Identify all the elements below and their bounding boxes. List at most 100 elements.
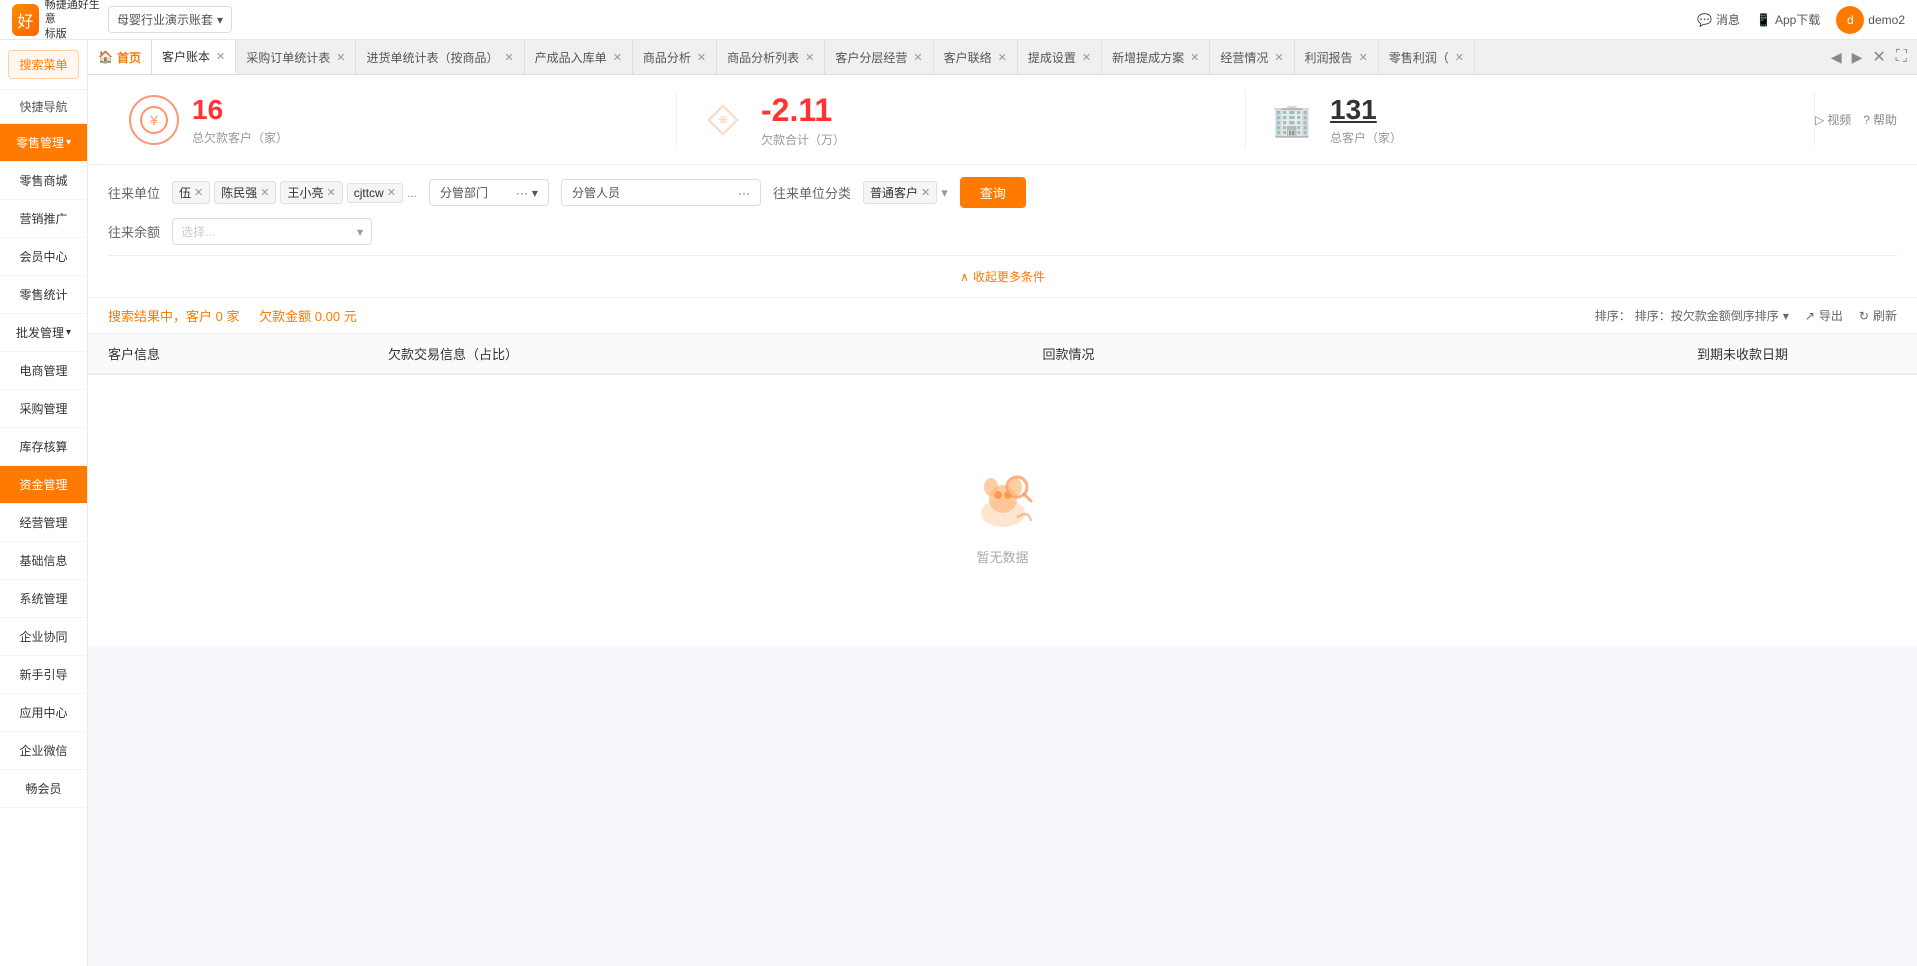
sidebar-item-member[interactable]: 畅会员 [0,770,87,808]
tab-close-icon[interactable]: ✕ [697,51,706,64]
sidebar-item-purchase[interactable]: 采购管理 [0,390,87,428]
logo-icon: 好 [12,4,39,36]
tab-close-icon[interactable]: ✕ [805,51,814,64]
search-menu-button[interactable]: 搜索菜单 [8,50,79,79]
sidebar-item-member-center[interactable]: 会员中心 [0,238,87,276]
tab-close-icon[interactable]: ✕ [998,51,1007,64]
logo-text: 畅捷通好生意 标版 [45,0,100,41]
tab-commission-settings[interactable]: 提成设置 ✕ [1018,40,1102,74]
tab-close-icon[interactable]: ✕ [1455,51,1464,64]
tab-operations[interactable]: 经营情况 ✕ [1210,40,1294,74]
category-chevron[interactable]: ▾ [941,185,948,201]
top-bar: 好 畅捷通好生意 标版 母婴行业演示账套 ▾ 💬 消息 📱 App下载 d de… [0,0,1917,40]
sidebar-item-enterprise[interactable]: 企业协同 [0,618,87,656]
svg-text:❋: ❋ [718,113,728,127]
app-selector[interactable]: 母婴行业演示账套 ▾ [108,6,232,33]
tab-close-icon[interactable]: ✕ [216,50,225,63]
sidebar-item-app-center[interactable]: 应用中心 [0,694,87,732]
sidebar-item-retail-management[interactable]: 零售管理 ▾ [0,124,87,162]
user-profile[interactable]: d demo2 [1836,6,1905,34]
filter-tag-close-3[interactable]: ✕ [387,186,396,199]
tab-close-icon[interactable]: ✕ [336,51,345,64]
video-button[interactable]: ▷ 视频 [1815,111,1851,128]
sidebar-item-guide[interactable]: 新手引导 [0,656,87,694]
filter-tag-close-0[interactable]: ✕ [194,186,203,199]
sidebar-item-finance[interactable]: 资金管理 [0,466,87,504]
sidebar-item-operations[interactable]: 经营管理 [0,504,87,542]
filter-tag-2: 王小亮 ✕ [280,181,342,204]
sidebar-item-system[interactable]: 系统管理 [0,580,87,618]
sidebar-item-inventory[interactable]: 库存核算 [0,428,87,466]
tab-close-icon[interactable]: ✕ [1082,51,1091,64]
tab-profit-report[interactable]: 利润报告 ✕ [1295,40,1379,74]
empty-state: 暂无数据 [88,375,1917,646]
empty-text: 暂无数据 [976,547,1028,566]
category-tag-close[interactable]: ✕ [921,186,930,199]
tab-customer-contact[interactable]: 客户联络 ✕ [934,40,1018,74]
export-button[interactable]: ↗ 导出 [1805,307,1843,324]
debt-customers-value: 16 [192,93,288,127]
export-icon: ↗ [1805,309,1815,323]
balance-filter-label: 往来余额 [108,222,160,241]
unit-filter-label: 往来单位 [108,183,160,202]
tab-new-commission[interactable]: 新增提成方案 ✕ [1102,40,1210,74]
division-select[interactable]: 分管部门 ··· ▾ [429,179,549,206]
messages-button[interactable]: 💬 消息 [1697,11,1740,28]
collapse-button[interactable]: ∧ 收起更多条件 [108,268,1897,285]
result-bar: 搜索结果中，客户 0 家 欠款金额 0.00 元 排序： 排序：按欠款金额倒序排… [88,298,1917,334]
help-button[interactable]: ? 帮助 [1863,111,1897,128]
tabs-close-button[interactable]: ✕ [1868,45,1889,69]
tabs-prev-button[interactable]: ◀ [1827,47,1846,68]
query-button[interactable]: 查询 [960,177,1026,208]
quick-nav-button[interactable]: 快捷导航 [0,90,87,124]
app-download-button[interactable]: 📱 App下载 [1756,11,1820,28]
tab-product-inbound[interactable]: 产成品入库单 ✕ [525,40,633,74]
sort-label: 排序： [1595,307,1631,324]
filter-tag-close-2[interactable]: ✕ [327,186,336,199]
tab-customer-tier[interactable]: 客户分层经营 ✕ [825,40,933,74]
sidebar-item-retail-mall[interactable]: 零售商城 [0,162,87,200]
sidebar-item-retail-stats[interactable]: 零售统计 [0,276,87,314]
filter-more-tags[interactable]: ... [407,186,417,200]
home-icon: 🏠 [98,50,113,64]
manager-select[interactable]: 分管人员 ··· [561,179,761,206]
sidebar-item-wholesale[interactable]: 批发管理 ▾ [0,314,87,352]
tab-close-icon[interactable]: ✕ [1190,51,1199,64]
tab-retail-profit[interactable]: 零售利润（ ✕ [1379,40,1475,74]
sidebar-item-wechat[interactable]: 企业微信 [0,732,87,770]
balance-select[interactable]: 选择... ▾ [172,218,372,245]
tab-close-icon[interactable]: ✕ [1359,51,1368,64]
download-icon: 📱 [1756,13,1771,27]
tab-product-analysis-list[interactable]: 商品分析列表 ✕ [717,40,825,74]
collapse-icon: ∧ [960,270,969,284]
chevron-down-icon: ▾ [217,13,223,27]
avatar: d [1836,6,1864,34]
total-customers-value: 131 [1330,93,1402,127]
tab-stock-stats[interactable]: 进货单统计表（按商品） ✕ [356,40,524,74]
filter-tag-close-1[interactable]: ✕ [260,186,269,199]
tab-close-icon[interactable]: ✕ [913,51,922,64]
sidebar-item-basic-info[interactable]: 基础信息 [0,542,87,580]
category-tag: 普通客户 ✕ [863,181,937,204]
main-layout: 搜索菜单 快捷导航 零售管理 ▾ 零售商城 营销推广 会员中心 零售统计 批发管… [0,40,1917,966]
tab-product-analysis[interactable]: 商品分析 ✕ [633,40,717,74]
refresh-button[interactable]: ↻ 刷新 [1859,307,1897,324]
stat-debt-total: ❋ -2.11 欠款合计（万） [677,91,1246,148]
col-header-overdue: 到期未收款日期 [1697,344,1897,363]
sort-chevron: ▾ [1783,309,1789,323]
sidebar-item-marketing[interactable]: 营销推广 [0,200,87,238]
sidebar-item-ecommerce[interactable]: 电商管理 [0,352,87,390]
tab-close-icon[interactable]: ✕ [1274,51,1283,64]
filter-tags: 伍 ✕ 陈民强 ✕ 王小亮 ✕ cjttcw ✕ [172,181,417,204]
stat-total-debt-customers: ¥ 16 总欠款客户（家） [108,93,677,146]
content-area: 🏠 首页 客户账本 ✕ 采购订单统计表 ✕ 进货单统计表（按商品） ✕ 产成品入… [88,40,1917,966]
stat-total-customers: 🏢 131 总客户（家） [1246,93,1815,146]
tab-close-icon[interactable]: ✕ [613,51,622,64]
tab-purchase-order[interactable]: 采购订单统计表 ✕ [236,40,356,74]
tab-home[interactable]: 🏠 首页 [88,40,152,74]
sort-select[interactable]: 排序： 排序：按欠款金额倒序排序 ▾ [1595,307,1789,324]
tabs-next-button[interactable]: ▶ [1848,47,1867,68]
tabs-maximize-button[interactable]: ⛶ [1892,46,1911,68]
tab-customer-account[interactable]: 客户账本 ✕ [152,40,236,74]
tab-close-icon[interactable]: ✕ [504,51,513,64]
